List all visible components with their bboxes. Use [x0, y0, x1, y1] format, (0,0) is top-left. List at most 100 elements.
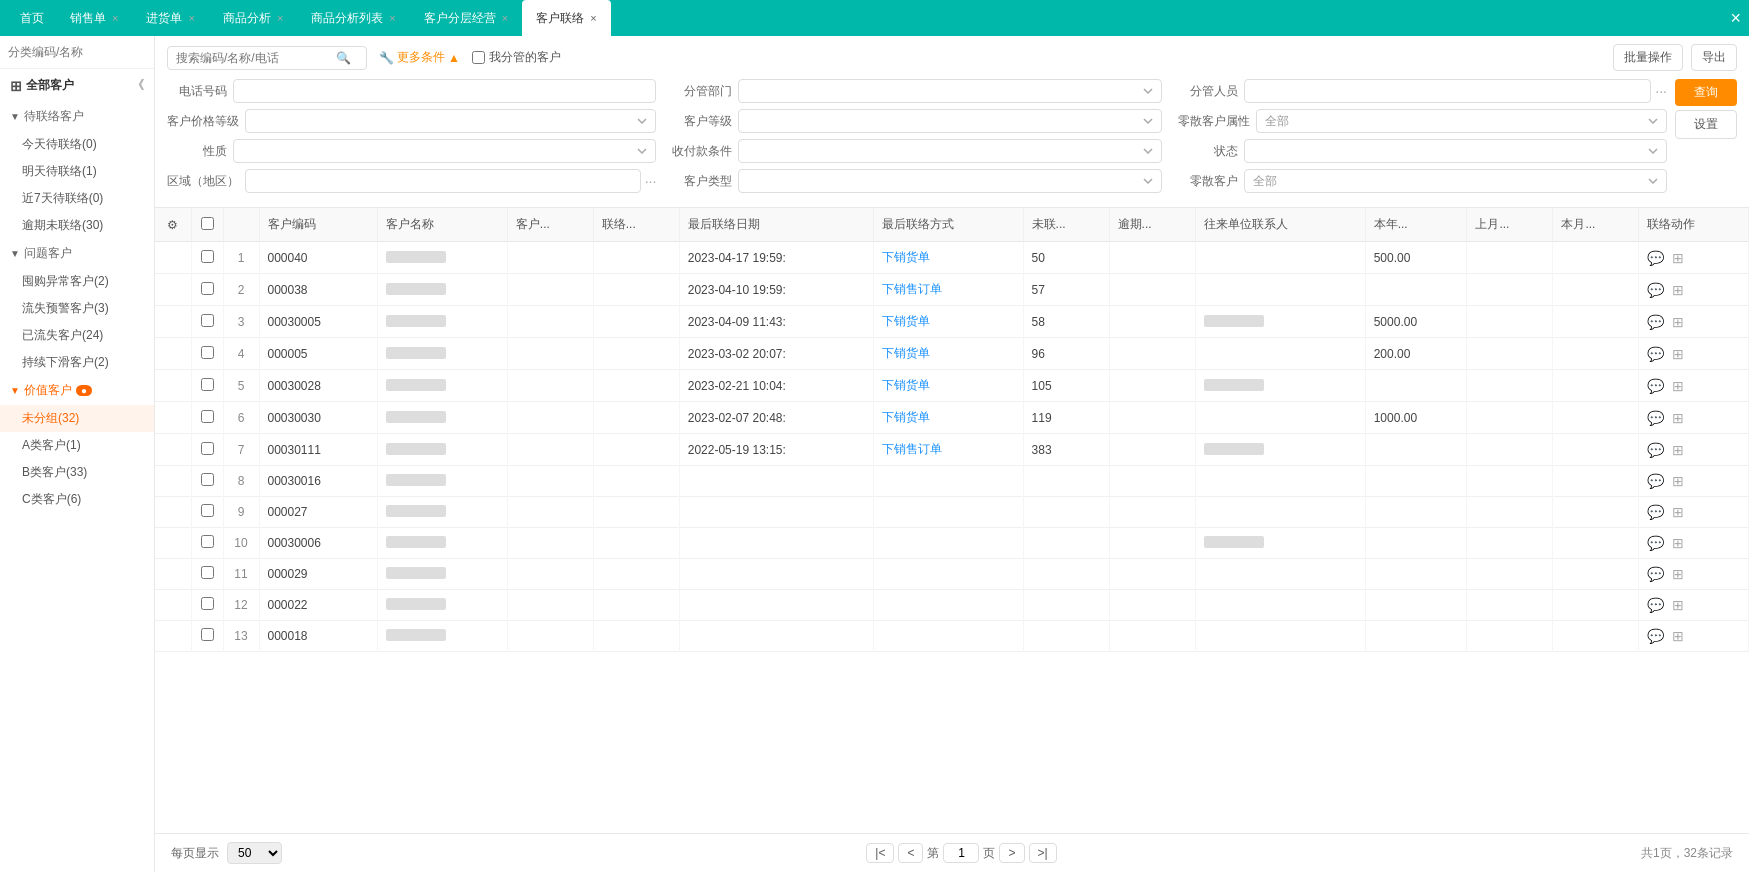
- row-checkbox[interactable]: [201, 282, 214, 295]
- cell-settings[interactable]: [155, 497, 191, 528]
- tab-customer-contact[interactable]: 客户联络 ×: [522, 0, 610, 36]
- action-more-icon[interactable]: ⊞: [1672, 314, 1684, 330]
- dept-select[interactable]: [738, 79, 1161, 103]
- status-select[interactable]: [1244, 139, 1667, 163]
- tab-product-list-close[interactable]: ×: [389, 12, 395, 24]
- reset-button[interactable]: 设置: [1675, 110, 1737, 139]
- filter-search-icon[interactable]: 🔍: [336, 51, 351, 65]
- action-more-icon[interactable]: ⊞: [1672, 628, 1684, 644]
- sidebar-item-declining[interactable]: 持续下滑客户(2): [0, 349, 154, 376]
- cell-settings[interactable]: [155, 434, 191, 466]
- row-checkbox[interactable]: [201, 597, 214, 610]
- action-contact-icon[interactable]: 💬: [1647, 250, 1664, 266]
- next-page-btn[interactable]: >: [999, 843, 1024, 863]
- row-checkbox[interactable]: [201, 250, 214, 263]
- batch-op-button[interactable]: 批量操作: [1613, 44, 1683, 71]
- select-all-checkbox[interactable]: [201, 217, 214, 230]
- tab-product-analysis[interactable]: 商品分析 ×: [209, 0, 297, 36]
- sidebar-item-class-c[interactable]: C类客户(6): [0, 486, 154, 513]
- sidebar-item-unclassified[interactable]: 未分组(32): [0, 405, 154, 432]
- row-checkbox[interactable]: [201, 628, 214, 641]
- cell-settings[interactable]: [155, 306, 191, 338]
- page-size-select[interactable]: 50 100 200: [227, 842, 282, 864]
- action-contact-icon[interactable]: 💬: [1647, 378, 1664, 394]
- sidebar-all-customers[interactable]: ⊞ 全部客户 《: [0, 69, 154, 102]
- cell-settings[interactable]: [155, 370, 191, 402]
- row-checkbox[interactable]: [201, 410, 214, 423]
- first-page-btn[interactable]: |<: [866, 843, 894, 863]
- cell-settings[interactable]: [155, 402, 191, 434]
- filter-more-btn[interactable]: 🔧 更多条件 ▲: [379, 49, 460, 66]
- cell-settings[interactable]: [155, 466, 191, 497]
- query-button[interactable]: 查询: [1675, 79, 1737, 106]
- contact-way-link[interactable]: 下销货单: [882, 378, 930, 392]
- row-checkbox[interactable]: [201, 473, 214, 486]
- action-contact-icon[interactable]: 💬: [1647, 410, 1664, 426]
- contact-way-link[interactable]: 下销货单: [882, 250, 930, 264]
- col-settings[interactable]: ⚙: [155, 208, 191, 242]
- action-contact-icon[interactable]: 💬: [1647, 442, 1664, 458]
- retail-attr-select[interactable]: 全部: [1256, 109, 1667, 133]
- cell-settings[interactable]: [155, 242, 191, 274]
- row-checkbox[interactable]: [201, 535, 214, 548]
- action-contact-icon[interactable]: 💬: [1647, 597, 1664, 613]
- sidebar-item-class-a[interactable]: A类客户(1): [0, 432, 154, 459]
- row-checkbox[interactable]: [201, 314, 214, 327]
- row-checkbox[interactable]: [201, 378, 214, 391]
- contact-way-link[interactable]: 下销货单: [882, 410, 930, 424]
- section-value-customers[interactable]: ▼ 价值客户 ●: [0, 376, 154, 405]
- row-checkbox[interactable]: [201, 566, 214, 579]
- tab-sales-close[interactable]: ×: [112, 12, 118, 24]
- action-more-icon[interactable]: ⊞: [1672, 597, 1684, 613]
- sidebar-item-class-b[interactable]: B类客户(33): [0, 459, 154, 486]
- sidebar-item-churn-warning[interactable]: 流失预警客户(3): [0, 295, 154, 322]
- action-contact-icon[interactable]: 💬: [1647, 504, 1664, 520]
- my-customers-checkbox[interactable]: [472, 51, 485, 64]
- customer-level-select[interactable]: [738, 109, 1161, 133]
- row-checkbox[interactable]: [201, 442, 214, 455]
- cell-settings[interactable]: [155, 590, 191, 621]
- retail-customer-select[interactable]: 全部: [1244, 169, 1667, 193]
- action-more-icon[interactable]: ⊞: [1672, 504, 1684, 520]
- action-contact-icon[interactable]: 💬: [1647, 535, 1664, 551]
- cell-settings[interactable]: [155, 274, 191, 306]
- action-more-icon[interactable]: ⊞: [1672, 378, 1684, 394]
- sidebar-item-churned[interactable]: 已流失客户(24): [0, 322, 154, 349]
- action-more-icon[interactable]: ⊞: [1672, 410, 1684, 426]
- section-pending-contact[interactable]: ▼ 待联络客户: [0, 102, 154, 131]
- action-contact-icon[interactable]: 💬: [1647, 282, 1664, 298]
- sidebar-item-7days[interactable]: 近7天待联络(0): [0, 185, 154, 212]
- row-checkbox[interactable]: [201, 346, 214, 359]
- action-contact-icon[interactable]: 💬: [1647, 473, 1664, 489]
- cell-settings[interactable]: [155, 528, 191, 559]
- cell-settings[interactable]: [155, 559, 191, 590]
- sidebar-item-overdue[interactable]: 逾期未联络(30): [0, 212, 154, 239]
- action-more-icon[interactable]: ⊞: [1672, 442, 1684, 458]
- tab-customer-contact-close[interactable]: ×: [590, 12, 596, 24]
- tab-sales[interactable]: 销售单 ×: [56, 0, 132, 36]
- action-more-icon[interactable]: ⊞: [1672, 250, 1684, 266]
- action-more-icon[interactable]: ⊞: [1672, 473, 1684, 489]
- sidebar-item-abnormal[interactable]: 囤购异常客户(2): [0, 268, 154, 295]
- tab-purchase[interactable]: 进货单 ×: [132, 0, 208, 36]
- tab-purchase-close[interactable]: ×: [188, 12, 194, 24]
- sidebar-search-input[interactable]: [8, 45, 155, 59]
- contact-way-link[interactable]: 下销货单: [882, 346, 930, 360]
- action-more-icon[interactable]: ⊞: [1672, 566, 1684, 582]
- tab-home[interactable]: 首页: [8, 0, 56, 36]
- customer-type-select[interactable]: [738, 169, 1161, 193]
- page-input[interactable]: [943, 843, 979, 863]
- close-all-icon[interactable]: ×: [1730, 8, 1741, 29]
- price-level-select[interactable]: [245, 109, 656, 133]
- contact-way-link[interactable]: 下销售订单: [882, 282, 942, 296]
- gender-select[interactable]: [233, 139, 656, 163]
- filter-search-input[interactable]: [176, 51, 336, 65]
- prev-page-btn[interactable]: <: [898, 843, 923, 863]
- region-dots-btn[interactable]: ···: [645, 173, 657, 189]
- cell-settings[interactable]: [155, 338, 191, 370]
- payment-select[interactable]: [738, 139, 1161, 163]
- action-more-icon[interactable]: ⊞: [1672, 535, 1684, 551]
- contact-way-link[interactable]: 下销货单: [882, 314, 930, 328]
- tab-customer-tier[interactable]: 客户分层经营 ×: [410, 0, 522, 36]
- tab-customer-tier-close[interactable]: ×: [502, 12, 508, 24]
